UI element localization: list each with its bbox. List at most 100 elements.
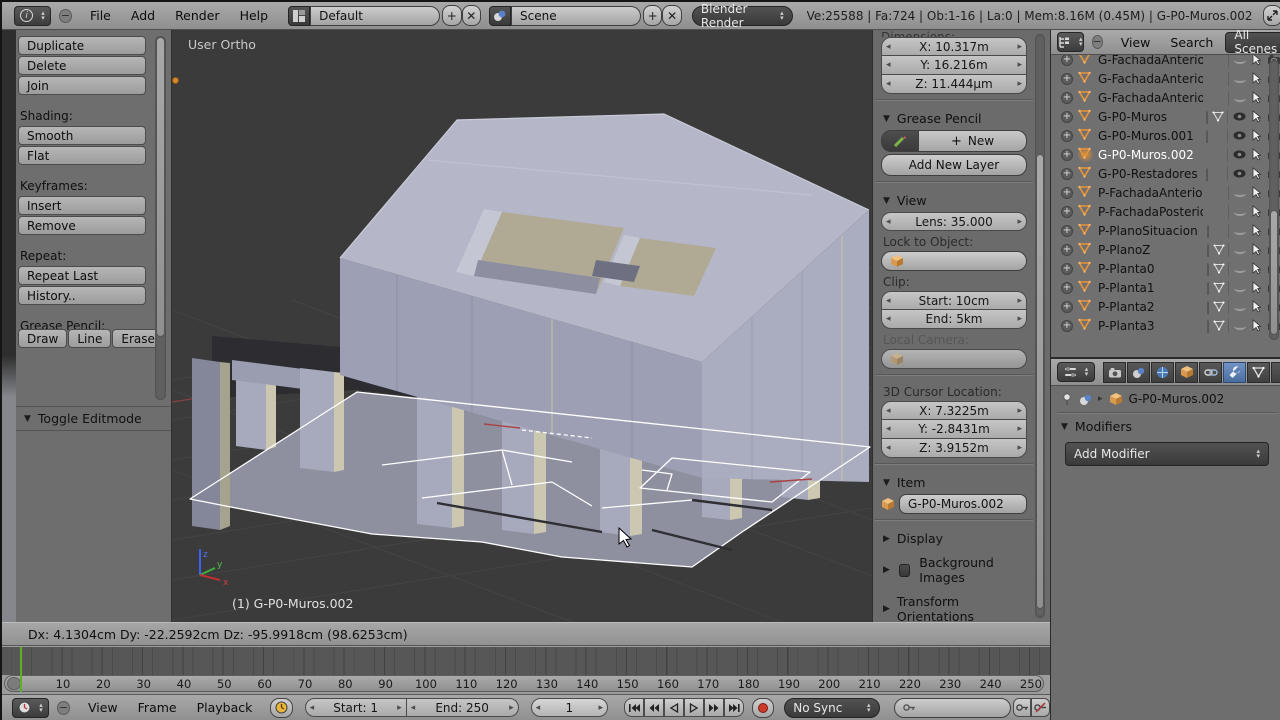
expand-icon[interactable]: + [1061, 205, 1073, 218]
jump-to-start-button[interactable] [624, 698, 645, 717]
visibility-eye-icon[interactable] [1234, 281, 1246, 295]
expand-icon[interactable]: + [1061, 91, 1073, 104]
record-button[interactable] [752, 697, 775, 718]
view-panel-header[interactable]: ▼ View [881, 188, 1027, 212]
tab-scene-icon[interactable] [1127, 361, 1150, 383]
tool-shelf-item[interactable]: Flat [18, 146, 146, 165]
delete-layout-button[interactable]: ✕ [461, 5, 481, 26]
n-panel-scrollbar[interactable] [1035, 34, 1045, 618]
collapse-menus-icon[interactable]: − [58, 8, 72, 23]
scene-name[interactable]: Scene [510, 5, 641, 26]
grease-line-button[interactable]: Line [68, 329, 112, 348]
outliner-row[interactable]: + P-Planta1 | [1051, 278, 1280, 297]
collapse-menus-icon[interactable]: − [1091, 35, 1103, 49]
n-panel-scroll-thumb[interactable] [1036, 154, 1044, 609]
tool-shelf-item[interactable]: Insert [18, 196, 146, 215]
slider-left-icon[interactable]: ◂ [882, 79, 895, 89]
timeline-frame-number[interactable]: 150 [617, 677, 639, 691]
timeline-menu-frame[interactable]: Frame [128, 700, 187, 715]
editor-type-outliner-button[interactable]: ▴ ▾ [1057, 32, 1084, 52]
menu-add[interactable]: Add [121, 8, 165, 23]
add-new-layer-button[interactable]: Add New Layer [881, 154, 1027, 176]
visibility-eye-icon[interactable] [1234, 243, 1246, 257]
tool-shelf-item[interactable]: Smooth [18, 126, 146, 145]
selectability-cursor-icon[interactable] [1251, 243, 1262, 256]
expand-icon[interactable]: + [1061, 167, 1073, 180]
tool-shelf-item[interactable]: Shading: [18, 101, 146, 126]
timeline-frame-number[interactable]: 90 [378, 677, 393, 691]
add-scene-button[interactable]: + [642, 5, 663, 26]
selectability-cursor-icon[interactable] [1251, 300, 1262, 313]
outliner-menu-view[interactable]: View [1111, 35, 1161, 50]
outliner-row[interactable]: + G-P0-Restadores | [1051, 164, 1280, 183]
visibility-eye-icon[interactable] [1234, 224, 1246, 238]
timeline-frame-number[interactable]: 250 [1020, 677, 1042, 691]
insert-keyframe-button[interactable] [1012, 698, 1032, 717]
region-expand-icon[interactable] [172, 77, 179, 84]
play-button[interactable] [684, 698, 705, 717]
selectability-cursor-icon[interactable] [1251, 91, 1262, 104]
tool-shelf-item[interactable]: Keyframes: [18, 171, 146, 196]
selectability-cursor-icon[interactable] [1251, 262, 1262, 275]
timeline-frame-number[interactable]: 180 [738, 677, 760, 691]
grease-draw-button[interactable]: Draw [18, 329, 68, 348]
slider-right-icon[interactable]: ▸ [1013, 296, 1026, 306]
visibility-eye-icon[interactable] [1234, 262, 1246, 276]
outliner-row[interactable]: + P-FachadaPosterior | [1051, 202, 1280, 221]
outliner-row[interactable]: + G-FachadaAnterior-M | [1051, 88, 1280, 107]
add-modifier-dropdown[interactable]: Add Modifier ▴ ▾ [1065, 442, 1269, 466]
timeline-frame-number[interactable]: 230 [939, 677, 961, 691]
slider-right-icon[interactable]: ▸ [1013, 60, 1026, 70]
selectability-cursor-icon[interactable] [1251, 281, 1262, 294]
sync-mode-dropdown[interactable]: No Sync ▴ ▾ [784, 697, 880, 718]
timeline-scroll-cap[interactable] [7, 677, 21, 690]
timeline-frame-number[interactable]: 100 [415, 677, 437, 691]
menu-render[interactable]: Render [165, 8, 230, 23]
tool-shelf-scroll-thumb[interactable] [156, 37, 165, 337]
timeline-menu-view[interactable]: View [78, 700, 128, 715]
expand-icon[interactable]: + [1061, 148, 1073, 161]
background-images-checkbox[interactable] [898, 563, 911, 577]
menu-file[interactable]: File [80, 8, 121, 23]
tool-shelf-item[interactable]: Delete [18, 56, 146, 75]
start-frame-field[interactable]: ◂ Start: 1 ▸ [304, 698, 407, 717]
visibility-eye-icon[interactable] [1233, 129, 1246, 143]
editor-type-properties-button[interactable]: ▴ ▾ [1057, 362, 1095, 382]
outliner-row[interactable]: + G-P0-Muros | [1051, 107, 1280, 126]
scene-icon[interactable] [1079, 393, 1092, 406]
timeline-frame-number[interactable]: 20 [96, 677, 111, 691]
slider-right-icon[interactable]: ▸ [1013, 424, 1026, 434]
tab-object-icon[interactable] [1175, 361, 1198, 383]
expand-icon[interactable]: + [1061, 186, 1073, 199]
slider-right-icon[interactable]: ▸ [1013, 314, 1026, 324]
breadcrumb-object-name[interactable]: G-P0-Muros.002 [1129, 392, 1225, 406]
tab-world-icon[interactable] [1151, 361, 1174, 383]
scene-selector[interactable]: Scene [488, 5, 641, 26]
expand-icon[interactable]: + [1061, 72, 1073, 85]
expand-icon[interactable]: + [1061, 110, 1073, 123]
visibility-eye-icon[interactable] [1234, 91, 1246, 105]
render-engine-dropdown[interactable]: Blender Render ▴ ▾ [691, 2, 793, 30]
tool-shelf-item[interactable]: Repeat Last [18, 266, 146, 285]
delete-keyframe-button[interactable] [1031, 698, 1051, 717]
visibility-eye-icon[interactable] [1233, 148, 1246, 162]
visibility-eye-icon[interactable] [1233, 167, 1246, 181]
expand-icon[interactable]: + [1061, 300, 1073, 313]
timeline-frame-number[interactable]: 160 [657, 677, 679, 691]
clip-start-slider[interactable]: ◂ Start: 10cm ▸ [881, 291, 1027, 310]
delete-scene-button[interactable]: ✕ [662, 5, 682, 26]
timeline-frame-number[interactable]: 190 [778, 677, 800, 691]
tab-render-icon[interactable] [1103, 361, 1126, 383]
lens-slider[interactable]: ◂ Lens: 35.000 ▸ [881, 212, 1027, 231]
tool-shelf-item[interactable]: Repeat: [18, 241, 146, 266]
timeline-frame-number[interactable]: 110 [455, 677, 477, 691]
selectability-cursor-icon[interactable] [1251, 224, 1262, 237]
selectability-cursor-icon[interactable] [1251, 186, 1262, 199]
current-frame-line[interactable] [20, 647, 22, 692]
previous-keyframe-button[interactable] [644, 698, 665, 717]
timeline-ticks[interactable] [2, 647, 1050, 675]
tab-data-icon[interactable] [1247, 361, 1270, 383]
visibility-eye-icon[interactable] [1234, 300, 1246, 314]
outliner-row[interactable]: + G-P0-Muros.001 | [1051, 126, 1280, 145]
screen-layout-name[interactable]: Default [310, 5, 441, 26]
